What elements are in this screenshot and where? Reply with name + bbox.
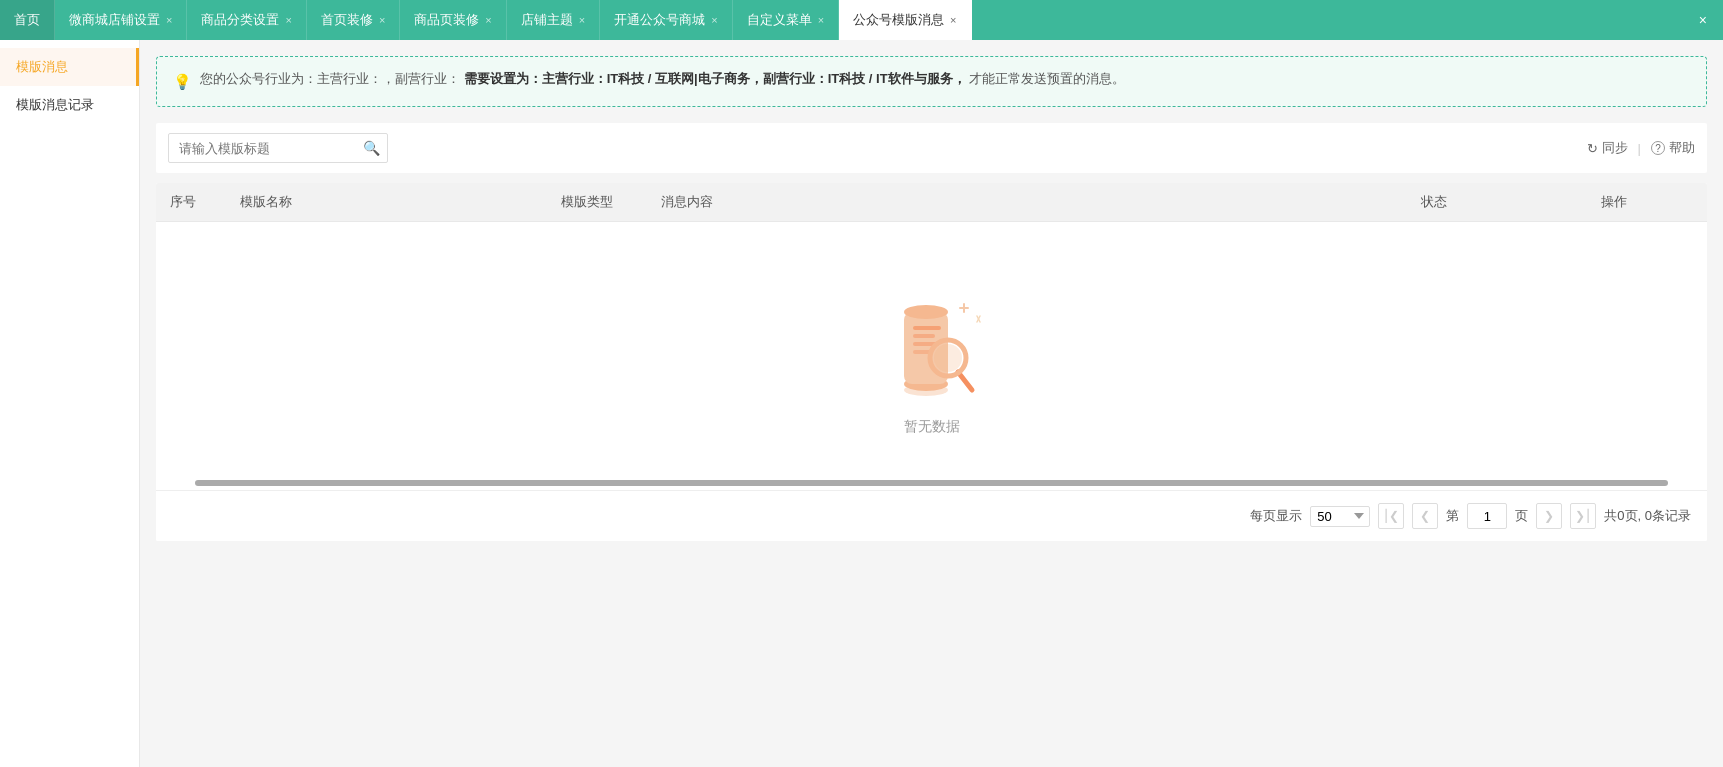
main-layout: 模版消息 模版消息记录 💡 您的公众号行业为：主营行业：，副营行业： 需要设置为… bbox=[0, 40, 1723, 767]
search-input-wrap: 🔍 bbox=[168, 133, 388, 163]
nav-label-mall: 开通公众号商城 bbox=[614, 11, 705, 29]
close-icon-category[interactable]: × bbox=[285, 14, 291, 26]
search-icon[interactable]: 🔍 bbox=[363, 140, 380, 156]
nav-item-homepage[interactable]: 首页装修 × bbox=[307, 0, 400, 40]
global-close-button[interactable]: × bbox=[1683, 12, 1723, 28]
close-icon-homepage[interactable]: × bbox=[379, 14, 385, 26]
data-table: 序号 模版名称 模版类型 消息内容 状态 操作 bbox=[156, 183, 1707, 541]
th-status: 状态 bbox=[1407, 183, 1587, 221]
page-size-select[interactable]: 50 10 20 100 bbox=[1310, 506, 1370, 527]
search-right: ↻ 同步 | ? 帮助 bbox=[1587, 139, 1695, 157]
notice-text: 您的公众号行业为：主营行业：，副营行业： 需要设置为：主营行业：IT科技 / 互… bbox=[200, 69, 1125, 90]
sidebar: 模版消息 模版消息记录 bbox=[0, 40, 140, 767]
pagination-summary: 共0页, 0条记录 bbox=[1604, 507, 1691, 525]
page-last-button[interactable]: ❯⎮ bbox=[1570, 503, 1596, 529]
sync-label: 同步 bbox=[1602, 139, 1628, 157]
close-icon-product-page[interactable]: × bbox=[485, 14, 491, 26]
table-header: 序号 模版名称 模版类型 消息内容 状态 操作 bbox=[156, 183, 1707, 222]
nav-item-home[interactable]: 首页 bbox=[0, 0, 55, 40]
content-area: 💡 您的公众号行业为：主营行业：，副营行业： 需要设置为：主营行业：IT科技 /… bbox=[140, 40, 1723, 767]
th-content: 消息内容 bbox=[647, 183, 1407, 221]
notice-highlight: 需要设置为：主营行业：IT科技 / 互联网|电子商务，副营行业：IT科技 / I… bbox=[464, 71, 966, 86]
top-navigation: 首页 微商城店铺设置 × 商品分类设置 × 首页装修 × 商品页装修 × 店铺主… bbox=[0, 0, 1723, 40]
nav-label-menu: 自定义菜单 bbox=[747, 11, 812, 29]
help-circle-icon: ? bbox=[1651, 141, 1665, 155]
nav-label-product-page: 商品页装修 bbox=[414, 11, 479, 29]
svg-rect-5 bbox=[913, 334, 935, 338]
notice-banner: 💡 您的公众号行业为：主营行业：，副营行业： 需要设置为：主营行业：IT科技 /… bbox=[156, 56, 1707, 107]
svg-rect-4 bbox=[913, 326, 941, 330]
help-label: 帮助 bbox=[1669, 139, 1695, 157]
nav-label-homepage: 首页装修 bbox=[321, 11, 373, 29]
notice-suffix: 才能正常发送预置的消息。 bbox=[969, 71, 1125, 86]
page-of-label: 第 bbox=[1446, 507, 1459, 525]
search-left: 🔍 bbox=[168, 133, 388, 163]
svg-point-3 bbox=[904, 305, 948, 319]
sidebar-label-template-record: 模版消息记录 bbox=[16, 97, 94, 112]
page-next-button[interactable]: ❯ bbox=[1536, 503, 1562, 529]
refresh-icon: ↻ bbox=[1587, 141, 1598, 156]
th-action: 操作 bbox=[1587, 183, 1707, 221]
nav-item-mall[interactable]: 开通公众号商城 × bbox=[600, 0, 732, 40]
nav-label-template-msg: 公众号模版消息 bbox=[853, 11, 944, 29]
nav-label-category: 商品分类设置 bbox=[201, 11, 279, 29]
nav-label-theme: 店铺主题 bbox=[521, 11, 573, 29]
empty-illustration bbox=[872, 282, 992, 402]
notice-prefix: 您的公众号行业为：主营行业：，副营行业： bbox=[200, 71, 460, 86]
close-icon-mall[interactable]: × bbox=[711, 14, 717, 26]
nav-label-home: 首页 bbox=[14, 11, 40, 29]
svg-point-10 bbox=[934, 344, 962, 372]
sidebar-item-template-msg[interactable]: 模版消息 bbox=[0, 48, 139, 86]
search-row: 🔍 ↻ 同步 | ? 帮助 bbox=[156, 123, 1707, 173]
sidebar-label-template-msg: 模版消息 bbox=[16, 59, 68, 74]
page-label: 页 bbox=[1515, 507, 1528, 525]
bulb-icon: 💡 bbox=[173, 70, 192, 94]
nav-item-theme[interactable]: 店铺主题 × bbox=[507, 0, 600, 40]
nav-item-store-setting[interactable]: 微商城店铺设置 × bbox=[55, 0, 187, 40]
svg-line-8 bbox=[958, 372, 972, 390]
nav-label-store: 微商城店铺设置 bbox=[69, 11, 160, 29]
page-size-label: 每页显示 bbox=[1250, 507, 1302, 525]
th-type: 模版类型 bbox=[547, 183, 647, 221]
close-icon-menu[interactable]: × bbox=[818, 14, 824, 26]
nav-item-menu[interactable]: 自定义菜单 × bbox=[733, 0, 839, 40]
close-icon-store[interactable]: × bbox=[166, 14, 172, 26]
help-button[interactable]: ? 帮助 bbox=[1651, 139, 1695, 157]
empty-text: 暂无数据 bbox=[904, 418, 960, 436]
th-name: 模版名称 bbox=[226, 183, 547, 221]
nav-item-category[interactable]: 商品分类设置 × bbox=[187, 0, 306, 40]
pagination-row: 每页显示 50 10 20 100 ⎮❮ ❮ 第 页 ❯ ❯⎮ 共0页, 0条记… bbox=[156, 490, 1707, 541]
empty-state: 暂无数据 bbox=[156, 222, 1707, 476]
nav-item-product-page[interactable]: 商品页装修 × bbox=[400, 0, 506, 40]
divider: | bbox=[1638, 141, 1641, 156]
close-icon-template-msg[interactable]: × bbox=[950, 14, 956, 26]
sync-button[interactable]: ↻ 同步 bbox=[1587, 139, 1628, 157]
page-first-button[interactable]: ⎮❮ bbox=[1378, 503, 1404, 529]
page-prev-button[interactable]: ❮ bbox=[1412, 503, 1438, 529]
th-seq: 序号 bbox=[156, 183, 226, 221]
page-number-input[interactable] bbox=[1467, 503, 1507, 529]
close-icon-theme[interactable]: × bbox=[579, 14, 585, 26]
search-input[interactable] bbox=[168, 133, 388, 163]
nav-item-template-msg[interactable]: 公众号模版消息 × bbox=[839, 0, 971, 40]
horizontal-scrollbar[interactable] bbox=[156, 476, 1707, 490]
sidebar-item-template-record[interactable]: 模版消息记录 bbox=[0, 86, 139, 124]
